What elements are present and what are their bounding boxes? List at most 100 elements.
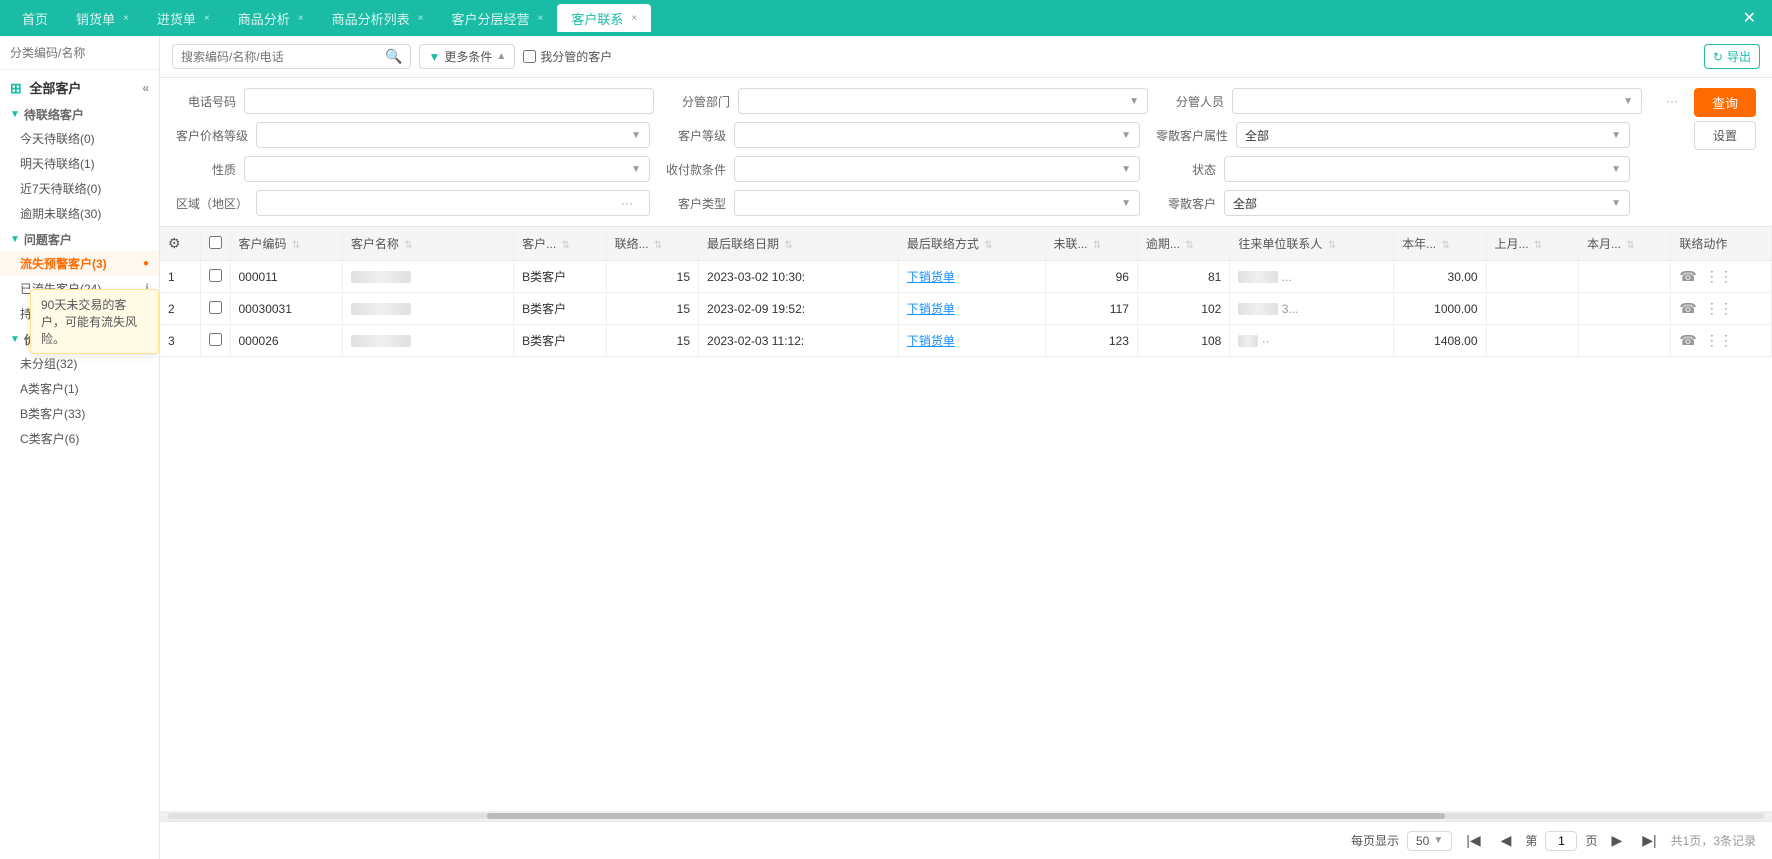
filter-phone-input[interactable] xyxy=(244,88,654,114)
table-settings-icon[interactable]: ⚙ xyxy=(168,235,181,251)
tab-analysis-close[interactable]: × xyxy=(298,13,304,24)
sidebar-item-warning-label: 流失预警客户(3) xyxy=(20,255,143,272)
sidebar-item-tomorrow[interactable]: 明天待联络(1) xyxy=(0,151,159,176)
tab-analysis-list-close[interactable]: × xyxy=(418,13,424,24)
this-month-sort-icon[interactable]: ⇅ xyxy=(1626,240,1634,251)
more-action-icon-3[interactable]: ⋮⋮ xyxy=(1705,332,1733,349)
sidebar-group-pending[interactable]: ▼ 待联络客户 xyxy=(0,101,159,126)
last-method-link-1[interactable]: 下销货单 xyxy=(907,270,955,284)
next-page-btn[interactable]: ▶ xyxy=(1605,830,1628,851)
filter-price-grade-label: 客户价格等级 xyxy=(176,127,248,144)
sidebar-item-warning[interactable]: 流失预警客户(3) ● xyxy=(0,251,159,276)
toolbar-search-icon[interactable]: 🔍 xyxy=(385,48,402,65)
tab-customer-contact[interactable]: 客户联系 × xyxy=(557,4,651,32)
tab-purchase-close[interactable]: × xyxy=(204,13,210,24)
tab-sales[interactable]: 销货单 × xyxy=(62,4,143,32)
name-sort-icon[interactable]: ⇅ xyxy=(404,240,412,251)
row-1-checkbox[interactable] xyxy=(209,269,222,282)
warning-badge: ● xyxy=(143,258,149,269)
retail-cust-arrow: ▼ xyxy=(1611,198,1621,209)
last-method-link-3[interactable]: 下销货单 xyxy=(907,334,955,348)
my-customers-checkbox[interactable]: 我分管的客户 xyxy=(523,48,612,65)
tab-analysis[interactable]: 商品分析 × xyxy=(224,4,318,32)
sidebar-item-ungroup[interactable]: 未分组(32) xyxy=(0,351,159,376)
th-partner: 往来单位联系人 ⇅ xyxy=(1230,227,1394,261)
page-number-input[interactable] xyxy=(1545,831,1577,851)
tab-home[interactable]: 首页 xyxy=(8,4,62,32)
tab-customer-contact-close[interactable]: × xyxy=(631,13,637,24)
filter-payment-select[interactable]: ▼ xyxy=(734,156,1140,182)
type-sort-icon[interactable]: ⇅ xyxy=(562,240,570,251)
more-action-icon-1[interactable]: ⋮⋮ xyxy=(1705,268,1733,285)
sidebar-group-problem[interactable]: ▼ 问题客户 xyxy=(0,226,159,251)
row-3-checkbox[interactable] xyxy=(209,333,222,346)
td-overdue-1: 81 xyxy=(1137,261,1229,293)
table-area: ⚙ 客户编码 ⇅ 客户名称 ⇅ xyxy=(160,227,1772,811)
h-scrollbar[interactable] xyxy=(160,811,1772,821)
sidebar-item-week[interactable]: 近7天待联络(0) xyxy=(0,176,159,201)
last-method-link-2[interactable]: 下销货单 xyxy=(907,302,955,316)
tab-customer-seg[interactable]: 客户分层经营 × xyxy=(437,4,557,32)
export-label: 导出 xyxy=(1727,48,1751,65)
filter-dept-select[interactable]: ▼ xyxy=(738,88,1148,114)
filter-person-select[interactable]: ▼ xyxy=(1232,88,1642,114)
filter-nature-select[interactable]: ▼ xyxy=(244,156,650,182)
filter-retail-attr-select[interactable]: 全部 ▼ xyxy=(1236,122,1630,148)
first-page-btn[interactable]: |◀ xyxy=(1460,830,1486,851)
last-date-sort-icon[interactable]: ⇅ xyxy=(784,240,792,251)
td-partner-3: ·· xyxy=(1230,325,1394,357)
filter-price-grade-select[interactable]: ▼ xyxy=(256,122,650,148)
close-window-icon[interactable]: ✕ xyxy=(1735,6,1764,31)
sidebar-all-customers[interactable]: ⊞ 全部客户 « xyxy=(0,70,159,101)
filter-region-select[interactable]: ··· xyxy=(256,190,650,216)
td-checkbox-2 xyxy=(200,293,230,325)
toolbar: 🔍 ▼ 更多条件 ▲ 我分管的客户 ↻ 导出 xyxy=(160,36,1772,78)
filter-status-select[interactable]: ▼ xyxy=(1224,156,1630,182)
contact-action-icon-2[interactable]: ☎ xyxy=(1679,300,1696,317)
sidebar-item-c-class[interactable]: C类客户(6) xyxy=(0,426,159,451)
last-month-sort-icon[interactable]: ⇅ xyxy=(1534,240,1542,251)
region-more[interactable]: ··· xyxy=(613,196,641,210)
my-customers-check[interactable] xyxy=(523,50,536,63)
sidebar-item-b-class[interactable]: B类客户(33) xyxy=(0,401,159,426)
last-method-sort-icon[interactable]: ⇅ xyxy=(984,240,992,251)
partner-sort-icon[interactable]: ⇅ xyxy=(1328,240,1336,251)
td-contacts-3: 15 xyxy=(606,325,698,357)
export-button[interactable]: ↻ 导出 xyxy=(1704,44,1760,69)
sidebar-search-input[interactable] xyxy=(10,46,160,60)
more-action-icon-2[interactable]: ⋮⋮ xyxy=(1705,300,1733,317)
filter-retail-cust-select[interactable]: 全部 ▼ xyxy=(1224,190,1630,216)
no-contact-sort-icon[interactable]: ⇅ xyxy=(1093,240,1101,251)
sidebar-item-overdue-label: 逾期未联络(30) xyxy=(20,205,149,222)
filter-region: 区域（地区） ··· xyxy=(176,190,650,216)
dept-arrow-icon: ▼ xyxy=(1129,96,1139,107)
settings-button[interactable]: 设置 xyxy=(1694,121,1756,150)
last-page-btn[interactable]: ▶| xyxy=(1636,830,1662,851)
contact-action-icon-3[interactable]: ☎ xyxy=(1679,332,1696,349)
tab-sales-close[interactable]: × xyxy=(123,13,129,24)
filter-phone: 电话号码 xyxy=(176,88,654,114)
overdue-sort-icon[interactable]: ⇅ xyxy=(1185,240,1193,251)
filter-dept: 分管部门 ▼ xyxy=(670,88,1148,114)
tab-analysis-list[interactable]: 商品分析列表 × xyxy=(318,4,438,32)
tab-customer-seg-close[interactable]: × xyxy=(537,13,543,24)
select-all-checkbox[interactable] xyxy=(209,236,222,249)
filter-cust-grade-select[interactable]: ▼ xyxy=(734,122,1140,148)
this-year-sort-icon[interactable]: ⇅ xyxy=(1441,240,1449,251)
filter-label: 更多条件 xyxy=(444,48,492,65)
filter-cust-type-select[interactable]: ▼ xyxy=(734,190,1140,216)
row-2-checkbox[interactable] xyxy=(209,301,222,314)
sidebar-item-overdue-contact[interactable]: 逾期未联络(30) xyxy=(0,201,159,226)
filter-more-1[interactable]: ··· xyxy=(1658,94,1686,108)
toolbar-search-input[interactable] xyxy=(181,50,381,64)
code-sort-icon[interactable]: ⇅ xyxy=(292,240,300,251)
tab-purchase[interactable]: 进货单 × xyxy=(143,4,224,32)
page-size-select[interactable]: 50 ▼ xyxy=(1407,831,1452,851)
contact-action-icon-1[interactable]: ☎ xyxy=(1679,268,1696,285)
toolbar-filter-btn[interactable]: ▼ 更多条件 ▲ xyxy=(419,44,515,69)
query-button[interactable]: 查询 xyxy=(1694,88,1756,117)
contacts-sort-icon[interactable]: ⇅ xyxy=(654,240,662,251)
prev-page-btn[interactable]: ◀ xyxy=(1495,830,1518,851)
sidebar-item-today[interactable]: 今天待联络(0) xyxy=(0,126,159,151)
sidebar-item-a-class[interactable]: A类客户(1) xyxy=(0,376,159,401)
